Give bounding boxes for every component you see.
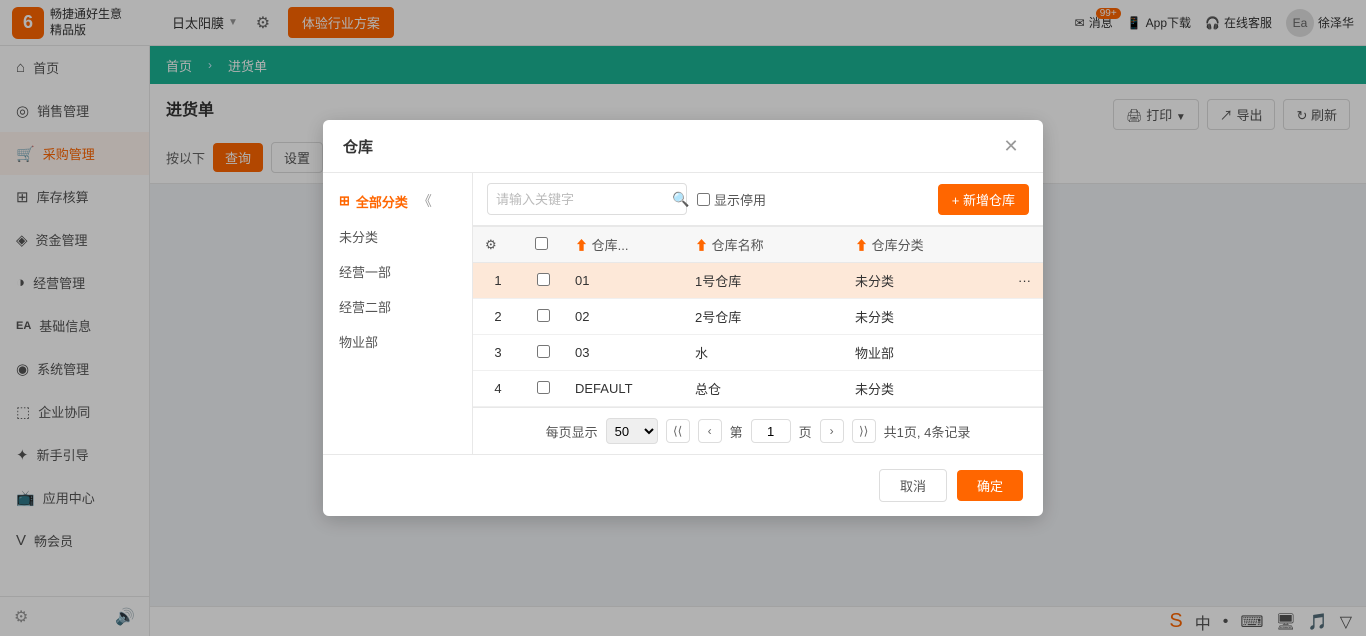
show-disabled-checkbox[interactable]: [697, 193, 710, 206]
row-check-4: [523, 371, 563, 407]
modal-category-unclassified[interactable]: 未分类: [323, 219, 472, 254]
row-class-1: 未分类: [843, 263, 963, 299]
show-disabled-label[interactable]: 显示停用: [697, 190, 766, 209]
row-name-3: 水: [683, 335, 843, 371]
row-name-1: 1号仓库: [683, 263, 843, 299]
modal-category-dept1[interactable]: 经营一部: [323, 254, 472, 289]
col-header-class: ⬆ 仓库分类: [843, 227, 963, 263]
collapse-sidebar-button[interactable]: 《: [414, 191, 436, 211]
add-warehouse-button[interactable]: + 新增仓库: [938, 184, 1029, 215]
row-code-3: 03: [563, 335, 683, 371]
warehouse-table: ⚙ ⬆ 仓库... ⬆: [473, 226, 1043, 407]
modal-header: 仓库 ✕: [323, 120, 1043, 173]
table-header: ⚙ ⬆ 仓库... ⬆: [473, 227, 1043, 263]
modal-all-category[interactable]: ⊞ 全部分类 《: [323, 183, 472, 219]
row-check-3: [523, 335, 563, 371]
row-name-4: 总仓: [683, 371, 843, 407]
page-first-button[interactable]: ⟨⟨: [666, 419, 690, 443]
row-name-2: 2号仓库: [683, 299, 843, 335]
modal-body: ⊞ 全部分类 《 未分类 经营一部 经营二部 物业部 🔍: [323, 173, 1043, 454]
sort-icon: ⬆: [575, 238, 588, 253]
row-actions-4: [963, 371, 1043, 407]
row-actions-2: [963, 299, 1043, 335]
col-header-actions: [963, 227, 1043, 263]
col-header-code: ⬆ 仓库...: [563, 227, 683, 263]
table-row[interactable]: 2 02 2号仓库 未分类: [473, 299, 1043, 335]
per-page-select[interactable]: 50 100 200: [606, 418, 658, 444]
search-icon[interactable]: 🔍: [672, 191, 689, 208]
table-row[interactable]: 3 03 水 物业部: [473, 335, 1043, 371]
col-header-name: ⬆ 仓库名称: [683, 227, 843, 263]
table-row[interactable]: 4 DEFAULT 总仓 未分类: [473, 371, 1043, 407]
table-body: 1 01 1号仓库 未分类 ··· 2: [473, 263, 1043, 407]
page-last-button[interactable]: ⟩⟩: [852, 419, 876, 443]
modal-category-property[interactable]: 物业部: [323, 324, 472, 359]
modal-table-wrap: ⚙ ⬆ 仓库... ⬆: [473, 226, 1043, 407]
page-prev-button[interactable]: ‹: [698, 419, 722, 443]
row-class-2: 未分类: [843, 299, 963, 335]
modal-footer: 取消 确定: [323, 454, 1043, 516]
sort-icon-name: ⬆: [695, 238, 708, 253]
table-row[interactable]: 1 01 1号仓库 未分类 ···: [473, 263, 1043, 299]
cancel-button[interactable]: 取消: [879, 469, 947, 502]
modal-overlay: 仓库 ✕ ⊞ 全部分类 《 未分类 经营一部 经营二部 物业部: [0, 0, 1366, 636]
row-code-4: DEFAULT: [563, 371, 683, 407]
modal-close-button[interactable]: ✕: [999, 134, 1023, 158]
row-class-4: 未分类: [843, 371, 963, 407]
page-number-input[interactable]: [751, 419, 791, 443]
row-code-2: 02: [563, 299, 683, 335]
row-no-1: 1: [473, 263, 523, 299]
row-actions-3: [963, 335, 1043, 371]
row-checkbox-2[interactable]: [537, 309, 550, 322]
col-header-gear: ⚙: [473, 227, 523, 263]
confirm-button[interactable]: 确定: [957, 470, 1023, 501]
row-no-3: 3: [473, 335, 523, 371]
select-all-checkbox[interactable]: [535, 237, 548, 250]
col-header-check: [523, 227, 563, 263]
row-no-4: 4: [473, 371, 523, 407]
row-check-1: [523, 263, 563, 299]
modal-title: 仓库: [343, 136, 373, 157]
row-checkbox-4[interactable]: [537, 381, 550, 394]
warehouse-modal: 仓库 ✕ ⊞ 全部分类 《 未分类 经营一部 经营二部 物业部: [323, 120, 1043, 516]
modal-pagination: 每页显示 50 100 200 ⟨⟨ ‹ 第 页 › ⟩⟩ 共1页, 4条记录: [473, 407, 1043, 454]
row-checkbox-3[interactable]: [537, 345, 550, 358]
modal-main-area: 🔍 显示停用 + 新增仓库 ⚙: [473, 173, 1043, 454]
modal-category-sidebar: ⊞ 全部分类 《 未分类 经营一部 经营二部 物业部: [323, 173, 473, 454]
row-check-2: [523, 299, 563, 335]
modal-search-box: 🔍: [487, 183, 687, 215]
modal-toolbar: 🔍 显示停用 + 新增仓库: [473, 173, 1043, 226]
row-class-3: 物业部: [843, 335, 963, 371]
row-no-2: 2: [473, 299, 523, 335]
row-code-1: 01: [563, 263, 683, 299]
modal-category-dept2[interactable]: 经营二部: [323, 289, 472, 324]
page-next-button[interactable]: ›: [820, 419, 844, 443]
modal-search-input[interactable]: [496, 192, 672, 207]
row-actions-1: ···: [963, 263, 1043, 299]
sort-icon-class: ⬆: [855, 238, 868, 253]
gear-header-icon: ⚙: [485, 237, 497, 252]
row-checkbox-1[interactable]: [537, 273, 550, 286]
grid-icon: ⊞: [339, 193, 350, 209]
